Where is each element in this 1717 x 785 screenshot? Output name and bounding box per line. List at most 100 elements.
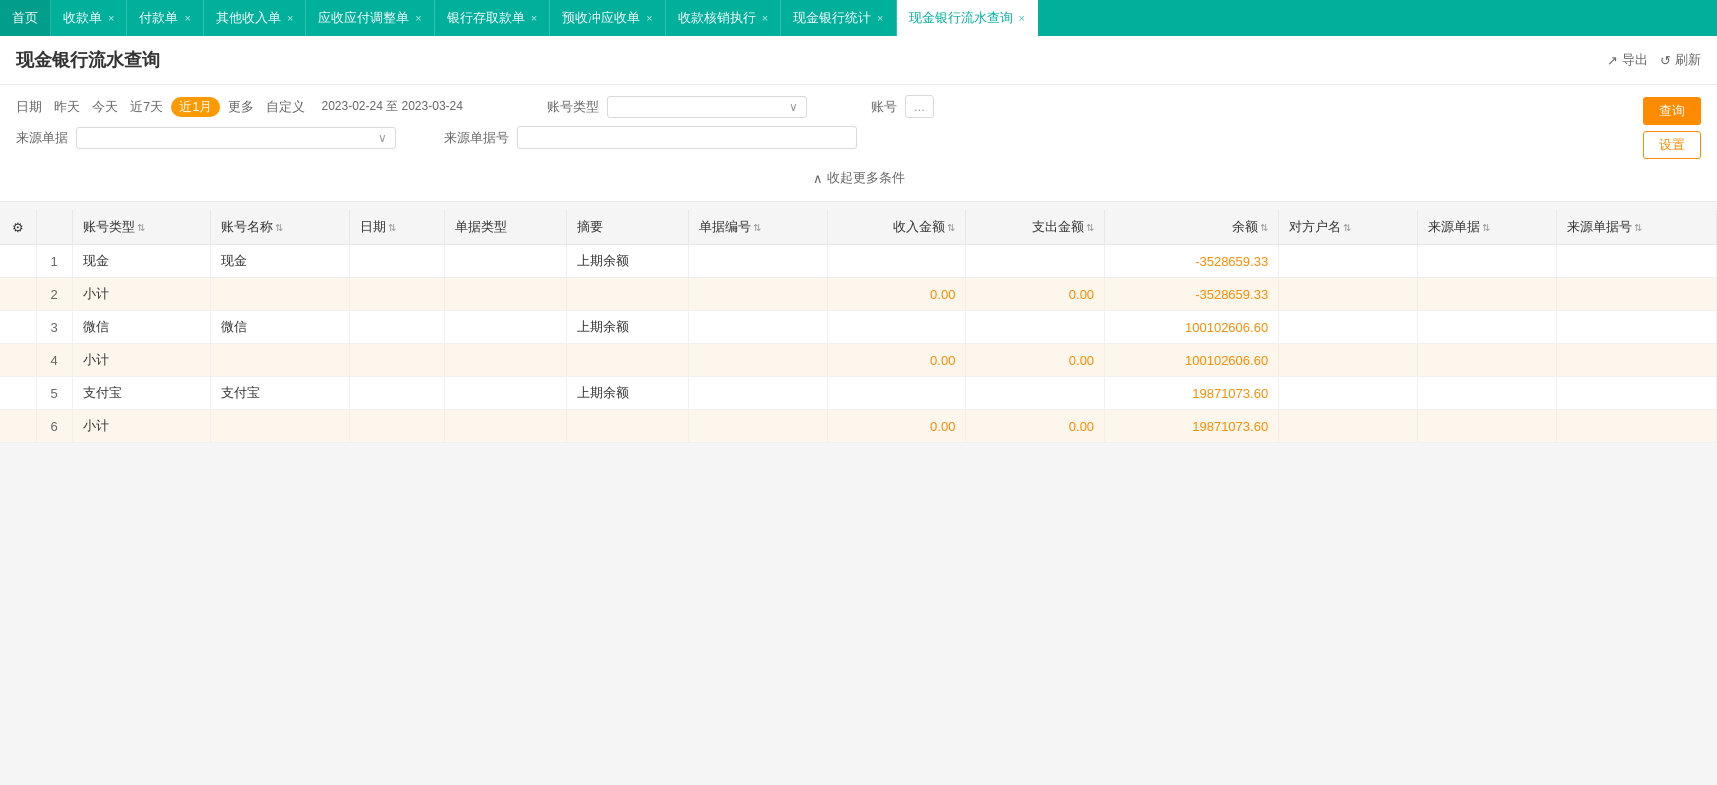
nav-tab-ap-adjust[interactable]: 应收应付调整单× bbox=[306, 0, 434, 36]
table-row: 2小计0.000.00-3528659.33 bbox=[0, 278, 1717, 311]
nav-tab-other-income[interactable]: 其他收入单× bbox=[204, 0, 306, 36]
nav-tab-close-cash-bank-stat[interactable]: × bbox=[877, 12, 883, 24]
cell-doc-type bbox=[445, 344, 567, 377]
nav-tab-advance-offset[interactable]: 预收冲应收单× bbox=[550, 0, 665, 36]
cell-account-type: 小计 bbox=[72, 344, 211, 377]
cell-summary: 上期余额 bbox=[567, 245, 689, 278]
cell-account-name bbox=[211, 344, 350, 377]
account-no-dots-button[interactable]: ... bbox=[905, 95, 934, 118]
cell-expense: 0.00 bbox=[966, 410, 1105, 443]
cell-date bbox=[349, 377, 444, 410]
cell-settings bbox=[0, 311, 36, 344]
cell-settings bbox=[0, 410, 36, 443]
cell-doc-type bbox=[445, 377, 567, 410]
nav-tab-receipt[interactable]: 收款单× bbox=[51, 0, 127, 36]
source-doc-chevron-icon: ∨ bbox=[378, 131, 387, 145]
cell-doc-type bbox=[445, 245, 567, 278]
nav-tab-close-payment[interactable]: × bbox=[184, 12, 190, 24]
date-opt-7days[interactable]: 近7天 bbox=[126, 97, 167, 117]
cell-rownum: 5 bbox=[36, 377, 72, 410]
cell-doc-type bbox=[445, 278, 567, 311]
export-button[interactable]: ↗ 导出 bbox=[1607, 51, 1648, 69]
nav-tab-bank-deposit[interactable]: 银行存取款单× bbox=[435, 0, 550, 36]
sort-date-icon: ⇅ bbox=[388, 222, 396, 233]
cell-source-doc-no bbox=[1556, 377, 1716, 410]
collapse-button[interactable]: ∧ 收起更多条件 bbox=[813, 165, 905, 191]
table-col-account-name[interactable]: 账号名称⇅ bbox=[211, 210, 350, 245]
cell-balance: 100102606.60 bbox=[1105, 311, 1279, 344]
date-options: 昨天 今天 近7天 近1月 更多 自定义 bbox=[50, 97, 309, 117]
cell-income bbox=[827, 311, 966, 344]
sort-source-doc-no-icon: ⇅ bbox=[1634, 222, 1642, 233]
sort-source-doc-icon: ⇅ bbox=[1482, 222, 1490, 233]
header-actions: ↗ 导出 ↺ 刷新 bbox=[1607, 51, 1701, 81]
nav-tab-close-other-income[interactable]: × bbox=[287, 12, 293, 24]
account-no-filter-group: 账号 ... bbox=[871, 95, 934, 118]
date-opt-more[interactable]: 更多 bbox=[224, 97, 258, 117]
nav-tab-cash-bank-flow[interactable]: 现金银行流水查询× bbox=[897, 0, 1038, 36]
refresh-button[interactable]: ↺ 刷新 bbox=[1660, 51, 1701, 69]
collapse-icon: ∧ bbox=[813, 171, 823, 186]
cell-date bbox=[349, 278, 444, 311]
cell-doc-no bbox=[689, 245, 828, 278]
table-col-date[interactable]: 日期⇅ bbox=[349, 210, 444, 245]
table-col-summary: 摘要 bbox=[567, 210, 689, 245]
table-col-expense[interactable]: 支出金额⇅ bbox=[966, 210, 1105, 245]
table-row: 5支付宝支付宝上期余额19871073.60 bbox=[0, 377, 1717, 410]
nav-tab-close-bank-deposit[interactable]: × bbox=[531, 12, 537, 24]
table-col-counterparty[interactable]: 对方户名⇅ bbox=[1279, 210, 1418, 245]
nav-tab-close-receipt[interactable]: × bbox=[108, 12, 114, 24]
cell-income bbox=[827, 377, 966, 410]
nav-tab-close-ap-adjust[interactable]: × bbox=[415, 12, 421, 24]
cell-income: 0.00 bbox=[827, 278, 966, 311]
date-range-display: 2023-02-24 至 2023-03-24 bbox=[321, 98, 462, 115]
source-doc-select[interactable]: ∨ bbox=[76, 127, 396, 149]
cell-counterparty bbox=[1279, 344, 1418, 377]
cell-doc-no bbox=[689, 311, 828, 344]
cell-balance: -3528659.33 bbox=[1105, 245, 1279, 278]
cell-source-doc bbox=[1417, 278, 1556, 311]
table-col-source-doc-no[interactable]: 来源单据号⇅ bbox=[1556, 210, 1716, 245]
sort-account-type-icon: ⇅ bbox=[137, 222, 145, 233]
cell-counterparty bbox=[1279, 278, 1418, 311]
nav-tab-payment[interactable]: 付款单× bbox=[127, 0, 203, 36]
cell-expense: 0.00 bbox=[966, 278, 1105, 311]
nav-tab-close-cash-bank-flow[interactable]: × bbox=[1019, 12, 1025, 24]
cell-date bbox=[349, 311, 444, 344]
cell-account-name bbox=[211, 278, 350, 311]
date-opt-custom[interactable]: 自定义 bbox=[262, 97, 309, 117]
sort-counterparty-icon: ⇅ bbox=[1343, 222, 1351, 233]
table-row: 1现金现金上期余额-3528659.33 bbox=[0, 245, 1717, 278]
table-col-source-doc[interactable]: 来源单据⇅ bbox=[1417, 210, 1556, 245]
settings-button[interactable]: 设置 bbox=[1643, 131, 1701, 159]
page-header: 现金银行流水查询 ↗ 导出 ↺ 刷新 bbox=[0, 36, 1717, 85]
cell-income: 0.00 bbox=[827, 344, 966, 377]
table-col-doc-no[interactable]: 单据编号⇅ bbox=[689, 210, 828, 245]
nav-tab-cash-bank-stat[interactable]: 现金银行统计× bbox=[781, 0, 896, 36]
table-col-balance[interactable]: 余额⇅ bbox=[1105, 210, 1279, 245]
date-opt-today[interactable]: 今天 bbox=[88, 97, 122, 117]
table-col-settings[interactable]: ⚙ bbox=[0, 210, 36, 245]
date-opt-yesterday[interactable]: 昨天 bbox=[50, 97, 84, 117]
cell-doc-no bbox=[689, 410, 828, 443]
cell-counterparty bbox=[1279, 377, 1418, 410]
cell-date bbox=[349, 344, 444, 377]
table-col-income[interactable]: 收入金额⇅ bbox=[827, 210, 966, 245]
cell-source-doc bbox=[1417, 311, 1556, 344]
nav-tab-close-advance-offset[interactable]: × bbox=[646, 12, 652, 24]
nav-tab-collection-exec[interactable]: 收款核销执行× bbox=[666, 0, 781, 36]
cell-balance: 19871073.60 bbox=[1105, 377, 1279, 410]
cell-summary bbox=[567, 278, 689, 311]
nav-tab-close-collection-exec[interactable]: × bbox=[762, 12, 768, 24]
cell-source-doc bbox=[1417, 245, 1556, 278]
query-button[interactable]: 查询 bbox=[1643, 97, 1701, 125]
table-col-account-type[interactable]: 账号类型⇅ bbox=[72, 210, 211, 245]
nav-tab-home[interactable]: 首页 bbox=[0, 0, 51, 36]
account-type-select[interactable]: ∨ bbox=[607, 96, 807, 118]
account-no-label: 账号 bbox=[871, 98, 897, 116]
date-opt-1month[interactable]: 近1月 bbox=[171, 97, 220, 117]
table-header-row: ⚙ 账号类型⇅ 账号名称⇅ 日期⇅ 单据类型 摘要 单据编号⇅ 收入金 bbox=[0, 210, 1717, 245]
source-doc-no-input[interactable] bbox=[517, 126, 857, 149]
cell-summary bbox=[567, 410, 689, 443]
filter-area: 日期 昨天 今天 近7天 近1月 更多 自定义 2023-02-24 至 202… bbox=[0, 85, 1717, 202]
